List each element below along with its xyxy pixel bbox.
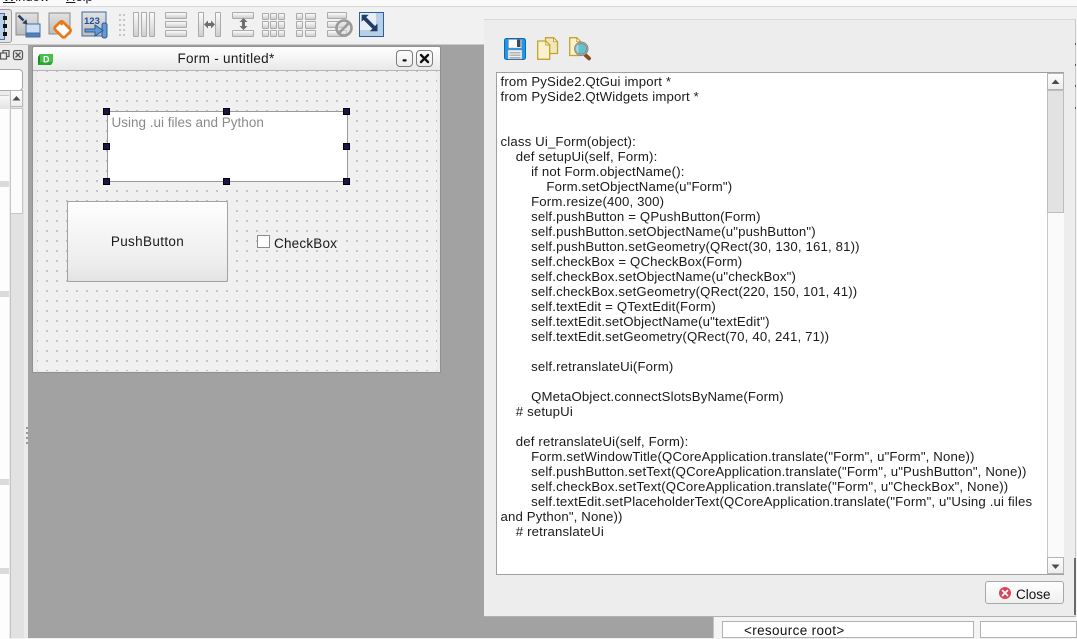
svg-text:D: D: [43, 55, 50, 65]
svg-text:123: 123: [84, 16, 100, 27]
